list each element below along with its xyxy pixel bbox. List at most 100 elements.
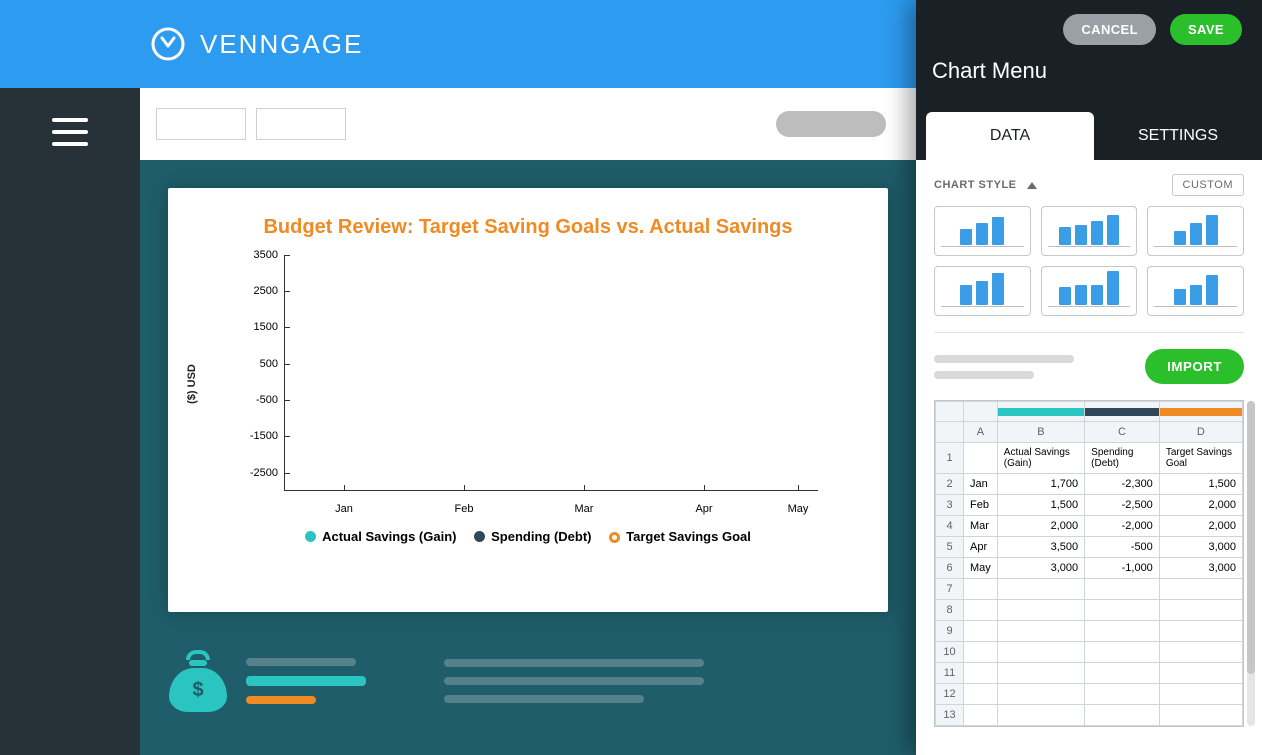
money-bag-icon: $ xyxy=(168,650,228,712)
sheet-cell[interactable] xyxy=(1159,579,1242,600)
scrollbar[interactable] xyxy=(1247,401,1255,726)
sheet-cell[interactable] xyxy=(997,705,1084,726)
sheet-cell[interactable]: Apr xyxy=(964,537,998,558)
sheet-cell[interactable] xyxy=(964,642,998,663)
sheet-cell[interactable]: Spending (Debt) xyxy=(1085,443,1160,474)
sheet-cell[interactable] xyxy=(1159,684,1242,705)
xtick-label: Jan xyxy=(335,503,353,515)
sheet-cell[interactable] xyxy=(1159,705,1242,726)
sheet-col-header[interactable]: C xyxy=(1085,422,1160,443)
sheet-cell[interactable] xyxy=(1085,663,1160,684)
tab-data[interactable]: DATA xyxy=(926,112,1094,160)
sheet-cell[interactable] xyxy=(997,663,1084,684)
chart-style-thumb[interactable] xyxy=(934,266,1031,316)
sheet-cell[interactable]: 2,000 xyxy=(1159,516,1242,537)
sheet-row-header[interactable]: 2 xyxy=(936,474,964,495)
chart-legend: Actual Savings (Gain) Spending (Debt) Ta… xyxy=(198,529,858,544)
toolbar-button-2[interactable] xyxy=(256,108,346,140)
sheet-cell[interactable] xyxy=(1085,600,1160,621)
sheet-col-header[interactable]: A xyxy=(964,422,998,443)
sheet-cell[interactable] xyxy=(997,600,1084,621)
chart-style-thumb[interactable] xyxy=(1041,266,1138,316)
sheet-cell[interactable]: -2,500 xyxy=(1085,495,1160,516)
sheet-col-header[interactable]: D xyxy=(1159,422,1242,443)
sheet-cell[interactable] xyxy=(964,705,998,726)
sheet-cell[interactable]: May xyxy=(964,558,998,579)
chart-style-thumb[interactable] xyxy=(1147,266,1244,316)
sheet-cell[interactable] xyxy=(1159,621,1242,642)
chart-style-thumb[interactable] xyxy=(934,206,1031,256)
sheet-cell[interactable] xyxy=(1085,684,1160,705)
chart-style-thumb[interactable] xyxy=(1041,206,1138,256)
footer-lines-2 xyxy=(444,659,704,703)
sheet-cell[interactable]: 2,000 xyxy=(997,516,1084,537)
panel-header: CANCEL SAVE Chart Menu DATA SETTINGS xyxy=(916,0,1262,160)
sheet-cell[interactable] xyxy=(997,621,1084,642)
legend-swatch-spending xyxy=(474,531,485,542)
custom-button[interactable]: CUSTOM xyxy=(1172,174,1244,196)
toolbar-button-1[interactable] xyxy=(156,108,246,140)
brand[interactable]: VENNGAGE xyxy=(150,26,363,62)
sheet-cell[interactable] xyxy=(964,443,998,474)
chart-style-thumb[interactable] xyxy=(1147,206,1244,256)
sheet-cell[interactable] xyxy=(997,684,1084,705)
sheet-cell[interactable] xyxy=(964,579,998,600)
toolbar-pill[interactable] xyxy=(776,111,886,137)
sheet-row-header[interactable]: 5 xyxy=(936,537,964,558)
sheet-cell[interactable]: Mar xyxy=(964,516,998,537)
sheet-cell[interactable]: 1,500 xyxy=(1159,474,1242,495)
chart-plot: ($) USD 3500 2500 1500 500 -500 -1500 -2… xyxy=(198,249,818,519)
sheet-cell[interactable]: 3,000 xyxy=(1159,537,1242,558)
sheet-cell[interactable] xyxy=(964,684,998,705)
sheet-row-header[interactable]: 1 xyxy=(936,443,964,474)
sheet-cell[interactable] xyxy=(997,579,1084,600)
save-button[interactable]: SAVE xyxy=(1170,14,1242,45)
sheet-cell[interactable]: Jan xyxy=(964,474,998,495)
xtick-label: May xyxy=(788,503,809,515)
sheet-cell[interactable]: 3,000 xyxy=(997,558,1084,579)
sheet-cell[interactable]: Actual Savings (Gain) xyxy=(997,443,1084,474)
sheet-cell[interactable] xyxy=(1085,705,1160,726)
tab-settings[interactable]: SETTINGS xyxy=(1094,112,1262,160)
sheet-row-header[interactable]: 4 xyxy=(936,516,964,537)
sheet-cell[interactable] xyxy=(964,663,998,684)
sheet-cell[interactable] xyxy=(1085,642,1160,663)
sheet-cell[interactable] xyxy=(1159,663,1242,684)
import-button[interactable]: IMPORT xyxy=(1145,349,1244,384)
sheet-cell[interactable]: 1,700 xyxy=(997,474,1084,495)
hamburger-icon[interactable] xyxy=(52,118,88,146)
sheet-row-header[interactable]: 12 xyxy=(936,684,964,705)
sheet-cell[interactable]: 2,000 xyxy=(1159,495,1242,516)
sheet-row-header[interactable]: 3 xyxy=(936,495,964,516)
panel-body: CHART STYLE CUSTOM IMPORT ABCD 1 Actual Sa… xyxy=(916,160,1262,755)
sheet-row-header[interactable]: 10 xyxy=(936,642,964,663)
sheet-row-header[interactable]: 11 xyxy=(936,663,964,684)
sheet-row-header[interactable]: 6 xyxy=(936,558,964,579)
sheet-row-header[interactable]: 13 xyxy=(936,705,964,726)
data-sheet[interactable]: ABCD 1 Actual Savings (Gain)Spending (Debt… xyxy=(934,400,1244,727)
sheet-row-header[interactable]: 7 xyxy=(936,579,964,600)
sheet-cell[interactable] xyxy=(1085,621,1160,642)
sheet-cell[interactable]: 3,500 xyxy=(997,537,1084,558)
chart-card[interactable]: Budget Review: Target Saving Goals vs. A… xyxy=(168,188,888,612)
sheet-cell[interactable]: 3,000 xyxy=(1159,558,1242,579)
sheet-cell[interactable]: -500 xyxy=(1085,537,1160,558)
sheet-cell[interactable] xyxy=(964,600,998,621)
sheet-cell[interactable]: -2,000 xyxy=(1085,516,1160,537)
cancel-button[interactable]: CANCEL xyxy=(1063,14,1156,45)
sheet-cell[interactable]: -1,000 xyxy=(1085,558,1160,579)
legend-label: Spending (Debt) xyxy=(491,529,591,544)
sheet-cell[interactable]: -2,300 xyxy=(1085,474,1160,495)
sheet-row-header[interactable]: 9 xyxy=(936,621,964,642)
sheet-cell[interactable]: Target Savings Goal xyxy=(1159,443,1242,474)
sheet-cell[interactable]: 1,500 xyxy=(997,495,1084,516)
sheet-cell[interactable] xyxy=(1085,579,1160,600)
sheet-row-header[interactable]: 8 xyxy=(936,600,964,621)
chart-style-header[interactable]: CHART STYLE CUSTOM xyxy=(934,174,1244,196)
sheet-col-header[interactable]: B xyxy=(997,422,1084,443)
sheet-cell[interactable] xyxy=(1159,642,1242,663)
sheet-cell[interactable]: Feb xyxy=(964,495,998,516)
sheet-cell[interactable] xyxy=(1159,600,1242,621)
sheet-cell[interactable] xyxy=(997,642,1084,663)
sheet-cell[interactable] xyxy=(964,621,998,642)
